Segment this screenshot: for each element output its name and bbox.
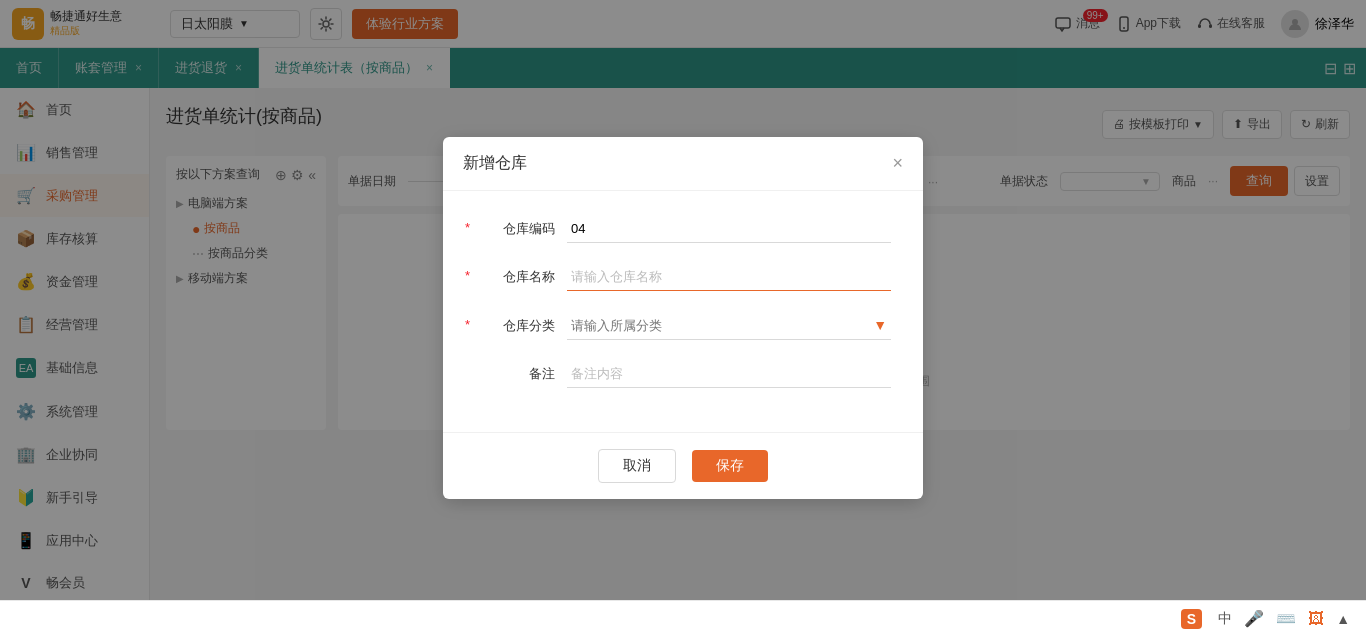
category-dropdown-icon: ▼ [873, 317, 887, 333]
photo-icon[interactable]: 🖼 [1308, 610, 1324, 628]
remark-input[interactable] [567, 360, 891, 388]
warehouse-name-row: 仓库名称 [475, 263, 891, 291]
warehouse-code-label: 仓库编码 [475, 220, 555, 238]
warehouse-name-label: 仓库名称 [475, 268, 555, 286]
warehouse-code-row: 仓库编码 [475, 215, 891, 243]
dialog-title: 新增仓库 [463, 153, 527, 174]
main-layout: 🏠 首页 📊 销售管理 🛒 采购管理 📦 库存核算 💰 资金管理 📋 经营管理 … [0, 88, 1366, 636]
dialog-close-button[interactable]: × [892, 153, 903, 174]
content-area: 进货单统计(按商品) 🖨 按模板打印 ▼ ⬆ 导出 ↻ 刷新 [150, 88, 1366, 636]
bottom-bar: S 中 🎤 ⌨️ 🖼 ▲ [0, 600, 1366, 636]
keyboard-icon[interactable]: ⌨️ [1276, 609, 1296, 628]
cancel-button[interactable]: 取消 [598, 449, 676, 483]
warehouse-category-label: 仓库分类 [475, 317, 555, 335]
s-logo: S [1181, 609, 1202, 629]
remark-label: 备注 [475, 365, 555, 383]
save-button[interactable]: 保存 [692, 450, 768, 482]
modal-overlay: 新增仓库 × 仓库编码 仓库名称 仓库 [150, 88, 1366, 636]
warehouse-category-row: 仓库分类 ▼ [475, 311, 891, 340]
microphone-icon[interactable]: 🎤 [1244, 609, 1264, 628]
remark-row: 备注 [475, 360, 891, 388]
new-warehouse-dialog: 新增仓库 × 仓库编码 仓库名称 仓库 [443, 137, 923, 499]
dialog-header: 新增仓库 × [443, 137, 923, 191]
dialog-body: 仓库编码 仓库名称 仓库分类 ▼ [443, 191, 923, 432]
warehouse-category-select[interactable]: ▼ [567, 311, 891, 340]
chinese-input-label[interactable]: 中 [1218, 610, 1232, 628]
warehouse-code-input[interactable] [567, 215, 891, 243]
s-brand: S [1181, 609, 1206, 629]
dialog-footer: 取消 保存 [443, 432, 923, 499]
warehouse-category-input[interactable] [571, 318, 873, 333]
warehouse-name-input[interactable] [567, 263, 891, 291]
expand-bottom-icon[interactable]: ▲ [1336, 611, 1350, 627]
